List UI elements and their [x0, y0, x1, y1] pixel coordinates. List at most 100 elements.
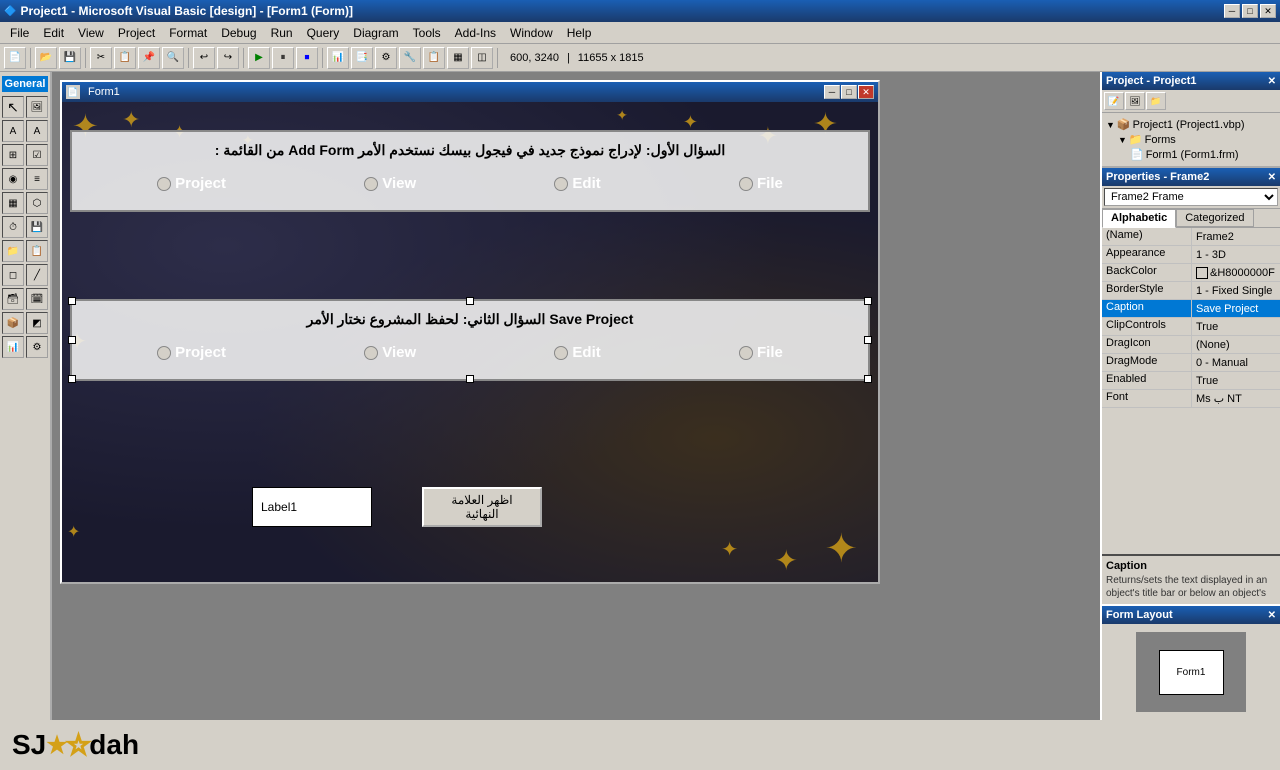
tool-drive[interactable]: 💾 [26, 216, 48, 238]
radio2-view[interactable]: View [364, 344, 416, 361]
toolbar-b5[interactable]: 📋 [423, 47, 445, 69]
toolbar-redo[interactable]: ↪ [217, 47, 239, 69]
tool-image[interactable]: 🗃 [2, 288, 24, 310]
tool-checkbox[interactable]: ☑ [26, 144, 48, 166]
tool-line[interactable]: ╱ [26, 264, 48, 286]
menu-file[interactable]: File [4, 24, 35, 42]
tool-label[interactable]: A [2, 120, 24, 142]
toolbar-cut[interactable]: ✂ [90, 47, 112, 69]
toolbar-b3[interactable]: ⚙ [375, 47, 397, 69]
restore-button[interactable]: □ [1242, 4, 1258, 18]
radio1-edit[interactable]: Edit [554, 175, 600, 192]
toolbar-open[interactable]: 📂 [35, 47, 57, 69]
prop-row-dragmode[interactable]: DragMode 0 - Manual [1102, 354, 1280, 372]
tool-timer[interactable]: ⏱ [2, 216, 24, 238]
radio1-file[interactable]: File [739, 175, 783, 192]
toolbar-stop[interactable]: ⏹ [296, 47, 318, 69]
tool-extra2[interactable]: 📊 [2, 336, 24, 358]
menu-debug[interactable]: Debug [215, 24, 262, 42]
prop-row-caption[interactable]: Caption Save Project [1102, 300, 1280, 318]
radio2-file[interactable]: File [739, 344, 783, 361]
toolbar-save[interactable]: 💾 [59, 47, 81, 69]
form-close[interactable]: ✕ [858, 85, 874, 99]
form-minimize[interactable]: ─ [824, 85, 840, 99]
canvas-area[interactable]: 📄 Form1 ─ □ ✕ ✦ ✦ ✦ ✦ ✦ ✦ [52, 72, 1100, 720]
menu-addins[interactable]: Add-Ins [449, 24, 502, 42]
form-content[interactable]: ✦ ✦ ✦ ✦ ✦ ✦ ✦ ✦ ✦ ✦ ✦ ✦ ✦ السؤال الأول: … [62, 102, 878, 582]
menu-view[interactable]: View [72, 24, 110, 42]
tool-dir[interactable]: 📁 [2, 240, 24, 262]
radio1-view[interactable]: View [364, 175, 416, 192]
tree-project1[interactable]: ▼ 📦 Project1 (Project1.vbp) [1106, 117, 1276, 132]
toolbar-run[interactable]: ▶ [248, 47, 270, 69]
project-view-code[interactable]: 📝 [1104, 92, 1124, 110]
tool-picture[interactable]: 🖼 [26, 96, 48, 118]
toolbar-b1[interactable]: 📊 [327, 47, 349, 69]
tool-hscroll[interactable]: ⬡ [26, 192, 48, 214]
close-button[interactable]: ✕ [1260, 4, 1276, 18]
coord2: 11655 x 1815 [578, 52, 644, 64]
menu-format[interactable]: Format [163, 24, 213, 42]
button1[interactable]: اظهر العلامة النهائية [422, 487, 542, 527]
tool-radio[interactable]: ◉ [2, 168, 24, 190]
tool-listbox[interactable]: ▦ [2, 192, 24, 214]
radio1-project[interactable]: Project [157, 175, 226, 192]
toolbar-paste[interactable]: 📌 [138, 47, 160, 69]
tab-alphabetic[interactable]: Alphabetic [1102, 209, 1176, 228]
toolbar-new[interactable]: 📄 [4, 47, 26, 69]
radio2-edit[interactable]: Edit [554, 344, 600, 361]
prop-row-enabled[interactable]: Enabled True [1102, 372, 1280, 390]
menu-project[interactable]: Project [112, 24, 161, 42]
properties-title-text: Properties - Frame2 [1106, 171, 1209, 183]
tool-data[interactable]: 🗓 [26, 288, 48, 310]
toolbox-grid: ↖ 🖼 A A ⊞ ☑ ◉ ≡ ▦ ⬡ ⏱ 💾 📁 📋 ◻ ╱ 🗃 🗓 📦 ◩ … [2, 96, 48, 358]
form-restore[interactable]: □ [841, 85, 857, 99]
tool-frame[interactable]: ⊞ [2, 144, 24, 166]
toolbar-pause[interactable]: ⏸ [272, 47, 294, 69]
menu-tools[interactable]: Tools [407, 24, 447, 42]
menu-query[interactable]: Query [301, 24, 346, 42]
toolbar-find[interactable]: 🔍 [162, 47, 184, 69]
toolbar-b2[interactable]: 📑 [351, 47, 373, 69]
prop-row-font[interactable]: Font Ms ب NT [1102, 390, 1280, 408]
project-panel-close[interactable]: ✕ [1268, 76, 1276, 87]
prop-row-clipcontrols[interactable]: ClipControls True [1102, 318, 1280, 336]
menu-edit[interactable]: Edit [37, 24, 70, 42]
prop-row-name[interactable]: (Name) Frame2 [1102, 228, 1280, 246]
toolbar-b6[interactable]: ▦ [447, 47, 469, 69]
label1[interactable]: Label1 [252, 487, 372, 527]
prop-row-borderstyle[interactable]: BorderStyle 1 - Fixed Single [1102, 282, 1280, 300]
tool-file[interactable]: 📋 [26, 240, 48, 262]
tree-form1[interactable]: 📄 Form1 (Form1.frm) [1106, 147, 1276, 162]
radio2-project[interactable]: Project [157, 344, 226, 361]
properties-panel-close[interactable]: ✕ [1268, 172, 1276, 183]
toolbar-b4[interactable]: 🔧 [399, 47, 421, 69]
toolbar-b7[interactable]: ◫ [471, 47, 493, 69]
prop-name-borderstyle: BorderStyle [1102, 282, 1192, 299]
form-layout-preview[interactable]: Form1 [1102, 624, 1280, 720]
radio2-view-circle [364, 346, 378, 360]
tool-combo[interactable]: ≡ [26, 168, 48, 190]
tab-categorized[interactable]: Categorized [1176, 209, 1253, 227]
tool-extra3[interactable]: ⚙ [26, 336, 48, 358]
tree-forms[interactable]: ▼ 📁 Forms [1106, 132, 1276, 147]
project-view-object[interactable]: 🖼 [1125, 92, 1145, 110]
form-layout-close[interactable]: ✕ [1268, 610, 1276, 621]
prop-object-selector[interactable]: Frame2 Frame [1104, 188, 1278, 206]
tool-extra1[interactable]: ◩ [26, 312, 48, 334]
toolbar-undo[interactable]: ↩ [193, 47, 215, 69]
tool-pointer[interactable]: ↖ [2, 96, 24, 118]
project-toggle-folders[interactable]: 📁 [1146, 92, 1166, 110]
prop-row-backcolor[interactable]: BackColor &H8000000F [1102, 264, 1280, 282]
toolbar-copy[interactable]: 📋 [114, 47, 136, 69]
prop-row-dragicon[interactable]: DragIcon (None) [1102, 336, 1280, 354]
menu-run[interactable]: Run [265, 24, 299, 42]
minimize-button[interactable]: ─ [1224, 4, 1240, 18]
menu-help[interactable]: Help [561, 24, 598, 42]
menu-window[interactable]: Window [504, 24, 559, 42]
tool-shape[interactable]: ◻ [2, 264, 24, 286]
tool-textbox[interactable]: A [26, 120, 48, 142]
menu-diagram[interactable]: Diagram [347, 24, 404, 42]
prop-row-appearance[interactable]: Appearance 1 - 3D [1102, 246, 1280, 264]
tool-ole[interactable]: 📦 [2, 312, 24, 334]
